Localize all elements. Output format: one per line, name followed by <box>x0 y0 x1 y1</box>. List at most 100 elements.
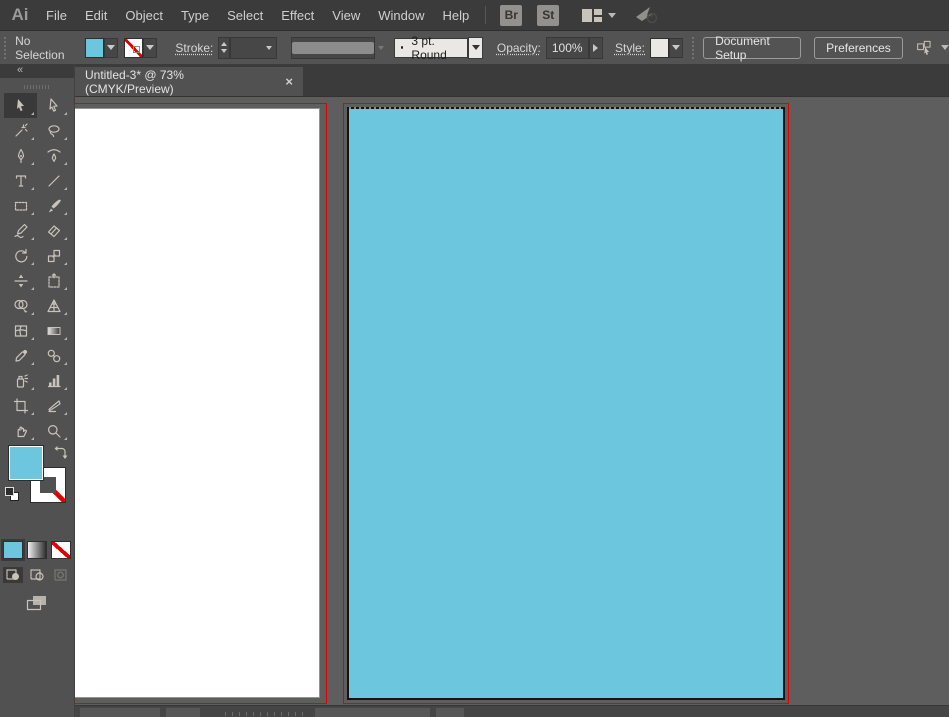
tool-blend[interactable] <box>37 343 70 368</box>
stroke-color-swatch[interactable] <box>124 37 143 58</box>
menu-window[interactable]: Window <box>378 8 424 23</box>
tool-direct-selection[interactable] <box>37 93 70 118</box>
tools-panel: « <box>0 64 75 717</box>
draw-inside-icon <box>54 569 67 581</box>
tool-mesh[interactable] <box>4 318 37 343</box>
tools-panel-grip[interactable] <box>24 85 50 89</box>
swap-fill-stroke-icon[interactable] <box>52 445 68 461</box>
opacity-flyout[interactable] <box>588 36 603 59</box>
artboard-1[interactable] <box>75 108 320 698</box>
style-dropdown[interactable] <box>668 37 683 58</box>
rectangle-tool-icon <box>14 201 27 211</box>
tool-lasso[interactable] <box>37 118 70 143</box>
scale-tool-icon <box>47 249 60 262</box>
tool-perspective-grid[interactable] <box>37 293 70 318</box>
brush-dot-preview <box>401 46 404 49</box>
stroke-color-dropdown[interactable] <box>142 37 158 58</box>
preferences-button[interactable]: Preferences <box>814 36 903 59</box>
menu-effect[interactable]: Effect <box>281 8 314 23</box>
brush-definition-field[interactable]: 3 pt. Round <box>394 34 469 62</box>
color-button[interactable] <box>1 539 25 561</box>
chevron-down-icon <box>107 45 116 50</box>
status-text-fragment <box>225 712 305 716</box>
width-profile-select[interactable] <box>291 36 375 59</box>
panel-grip[interactable] <box>3 35 8 60</box>
tool-curvature[interactable] <box>37 143 70 168</box>
status-display-control[interactable] <box>315 708 430 717</box>
artboard-2[interactable] <box>347 107 785 700</box>
canvas-area[interactable] <box>75 96 949 705</box>
fill-color-swatch[interactable] <box>85 37 104 58</box>
none-button[interactable] <box>51 541 71 559</box>
gradient-button[interactable] <box>27 541 47 559</box>
brush-definition-value: 3 pt. Round <box>411 33 447 62</box>
tool-magic-wand[interactable] <box>4 118 37 143</box>
menu-bar: Ai File Edit Object Type Select Effect V… <box>0 0 949 30</box>
fill-color-dropdown[interactable] <box>104 37 119 58</box>
curvature-tool-icon <box>46 148 61 162</box>
tool-hand[interactable] <box>4 418 37 443</box>
tool-eyedropper[interactable] <box>4 343 37 368</box>
select-similar-icon[interactable] <box>916 38 934 58</box>
sync-icon[interactable] <box>634 5 660 25</box>
tool-column-graph[interactable] <box>37 368 70 393</box>
style-label[interactable]: Style: <box>615 41 645 55</box>
menu-file[interactable]: File <box>46 8 67 23</box>
tool-eraser[interactable] <box>37 218 70 243</box>
close-icon[interactable]: × <box>285 74 293 89</box>
stroke-weight-stepper[interactable] <box>218 36 231 59</box>
zoom-level-dropdown[interactable] <box>80 708 160 717</box>
illustrator-window: Ai File Edit Object Type Select Effect V… <box>0 0 949 717</box>
stroke-weight-combo[interactable] <box>230 36 277 59</box>
stroke-label[interactable]: Stroke: <box>175 41 213 55</box>
opacity-field[interactable]: 100% <box>545 36 589 59</box>
tool-scale[interactable] <box>37 243 70 268</box>
stock-button[interactable]: St <box>537 4 560 26</box>
tool-slice[interactable] <box>37 393 70 418</box>
tool-shaper[interactable] <box>4 218 37 243</box>
screen-mode-icon <box>26 596 46 611</box>
tool-symbol-sprayer[interactable] <box>4 368 37 393</box>
tool-artboard[interactable] <box>4 393 37 418</box>
status-bar <box>75 705 949 717</box>
menu-select[interactable]: Select <box>227 8 263 23</box>
tool-free-transform[interactable] <box>37 268 70 293</box>
column-graph-tool-icon <box>47 374 61 387</box>
tool-line-segment[interactable] <box>37 168 70 193</box>
menu-type[interactable]: Type <box>181 8 209 23</box>
tool-type[interactable] <box>4 168 37 193</box>
tool-rotate[interactable] <box>4 243 37 268</box>
workspace-switcher[interactable] <box>582 8 617 23</box>
tool-shape-builder[interactable] <box>4 293 37 318</box>
fill-proxy-swatch[interactable] <box>8 445 44 481</box>
uniform-profile-preview <box>292 41 374 54</box>
status-control[interactable] <box>436 708 464 717</box>
document-tab[interactable]: Untitled-3* @ 73% (CMYK/Preview) × <box>75 67 303 96</box>
opacity-label[interactable]: Opacity: <box>497 41 541 55</box>
brush-definition-dropdown[interactable] <box>468 36 483 59</box>
style-swatch[interactable] <box>650 37 669 58</box>
menu-edit[interactable]: Edit <box>85 8 107 23</box>
artboard-nav-control[interactable] <box>166 708 200 717</box>
bridge-button[interactable]: Br <box>500 4 523 26</box>
draw-behind-button[interactable] <box>27 567 47 583</box>
screen-mode-button[interactable] <box>0 595 74 611</box>
tool-zoom[interactable] <box>37 418 70 443</box>
default-fill-stroke-icon[interactable] <box>5 487 21 503</box>
document-setup-button[interactable]: Document Setup <box>703 34 802 62</box>
tool-rectangle[interactable] <box>4 193 37 218</box>
tool-width[interactable] <box>4 268 37 293</box>
tool-selection[interactable] <box>4 93 37 118</box>
app-logo: Ai <box>11 5 29 24</box>
menu-help[interactable]: Help <box>442 8 469 23</box>
draw-normal-button[interactable] <box>3 567 23 583</box>
eraser-tool-icon <box>47 224 60 237</box>
chevron-down-icon <box>378 45 384 50</box>
menu-object[interactable]: Object <box>125 8 163 23</box>
tool-pen[interactable] <box>4 143 37 168</box>
tools-panel-header[interactable]: « <box>0 64 74 78</box>
tool-gradient[interactable] <box>37 318 70 343</box>
menu-view[interactable]: View <box>332 8 360 23</box>
collapse-panel-icon[interactable]: « <box>17 64 23 76</box>
tool-paintbrush[interactable] <box>37 193 70 218</box>
